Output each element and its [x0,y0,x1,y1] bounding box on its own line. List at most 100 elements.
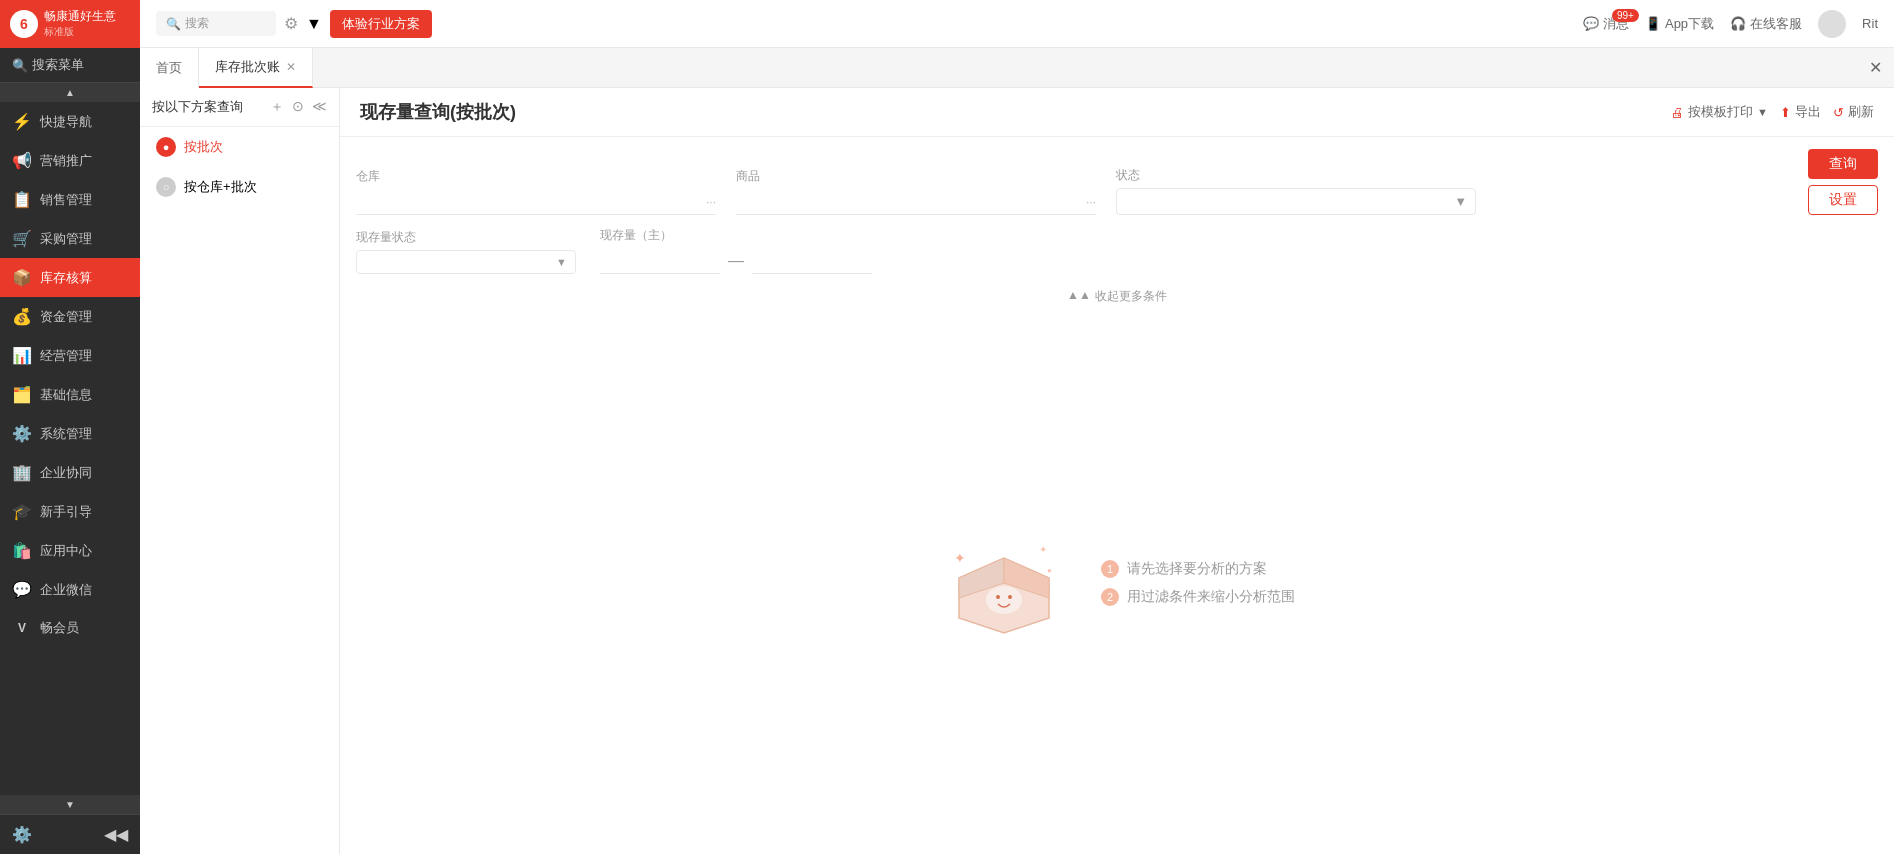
main-area: 🔍 搜索 ⚙ ▼ 体验行业方案 💬 消息 99+ 📱 App下载 🎧 在线客服 … [140,0,1894,854]
filter-stock-amount: 现存量（主） — [600,227,872,274]
sidebar-item-purchase[interactable]: 🛒 采购管理 [0,219,140,258]
sidebar-item-label: 库存核算 [40,269,92,287]
page-title: 现存量查询(按批次) [360,100,516,124]
left-panel-title: 按以下方案查询 [152,98,243,116]
sidebar-item-label: 经营管理 [40,347,92,365]
sidebar-scroll: ⚡ 快捷导航 📢 营销推广 📋 销售管理 🛒 采购管理 📦 库存核算 💰 资金管… [0,102,140,795]
username-label: Rit [1862,16,1878,31]
sidebar-item-quick-nav[interactable]: ⚡ 快捷导航 [0,102,140,141]
scheme-dot-active: ● [156,137,176,157]
action-buttons: 查询 设置 [1798,149,1878,215]
filter-product: 商品 ··· [736,168,1116,215]
message-badge: 99+ [1612,9,1639,22]
left-panel-header: 按以下方案查询 ＋ ⊙ ≪ [140,88,339,127]
quick-nav-icon: ⚡ [12,112,32,131]
sidebar-item-marketing[interactable]: 📢 营销推广 [0,141,140,180]
topbar: 🔍 搜索 ⚙ ▼ 体验行业方案 💬 消息 99+ 📱 App下载 🎧 在线客服 … [140,0,1894,48]
status-select[interactable]: ▼ [1116,188,1476,215]
stock-status-label: 现存量状态 [356,229,576,246]
product-input[interactable] [736,194,1086,209]
empty-hints: 1 请先选择要分析的方案 2 用过滤条件来缩小分析范围 [1101,560,1295,606]
user-avatar[interactable] [1818,10,1846,38]
stock-status-dropdown-icon: ▼ [556,256,567,268]
tab-close-all-btn[interactable]: ✕ [1857,48,1894,88]
svg-text:●: ● [1047,566,1052,575]
sidebar-item-appstore[interactable]: 🛍️ 应用中心 [0,531,140,570]
warehouse-more-icon[interactable]: ··· [706,195,716,209]
empty-hint-1: 1 请先选择要分析的方案 [1101,560,1295,578]
svg-point-4 [996,595,1000,599]
topbar-left: 🔍 搜索 ⚙ ▼ 体验行业方案 [156,10,432,38]
sales-icon: 📋 [12,190,32,209]
add-scheme-icon[interactable]: ＋ [270,98,284,116]
app-download-btn[interactable]: 📱 App下载 [1645,15,1714,33]
collapse-left-icon[interactable]: ≪ [312,98,327,116]
sidebar-item-wechat[interactable]: 💬 企业微信 [0,570,140,609]
stock-amount-to[interactable] [752,248,872,274]
trial-btn[interactable]: 体验行业方案 [330,10,432,38]
purchase-icon: 🛒 [12,229,32,248]
headset-icon: 🎧 [1730,16,1746,31]
tab-close-icon[interactable]: ✕ [286,60,296,74]
hint2-text: 用过滤条件来缩小分析范围 [1127,588,1295,606]
tab-batch-account[interactable]: 库存批次账 ✕ [199,48,313,88]
setting-btn[interactable]: 设置 [1808,185,1878,215]
export-btn[interactable]: ⬆ 导出 [1780,103,1821,121]
sidebar: 6 畅康通好生意 标准版 🔍 搜索菜单 ▲ ⚡ 快捷导航 📢 营销推广 📋 销售… [0,0,140,854]
warehouse-input-wrap[interactable]: ··· [356,189,716,215]
query-btn[interactable]: 查询 [1808,149,1878,179]
topbar-search[interactable]: 🔍 搜索 [156,11,276,36]
stock-amount-dash: — [728,252,744,270]
sidebar-item-operation[interactable]: 📊 经营管理 [0,336,140,375]
warehouse-label: 仓库 [356,168,716,185]
stock-status-select[interactable]: ▼ [356,250,576,274]
sidebar-item-label: 快捷导航 [40,113,92,131]
collapse-filter-btn[interactable]: ▲▲ 收起更多条件 [340,282,1894,311]
print-dropdown-icon[interactable]: ▼ [1757,106,1768,118]
scroll-up-btn[interactable]: ▲ [0,83,140,102]
tab-home[interactable]: 首页 [140,48,199,88]
topbar-gear-icon[interactable]: ⚙ [284,14,298,33]
system-icon: ⚙️ [12,424,32,443]
sidebar-item-member[interactable]: V 畅会员 [0,609,140,647]
sidebar-header: 6 畅康通好生意 标准版 [0,0,140,48]
guide-icon: 🎓 [12,502,32,521]
collapse-sidebar-icon[interactable]: ◀◀ [104,825,128,844]
print-template-btn[interactable]: 🖨 按模板打印 ▼ [1671,103,1768,121]
product-more-icon[interactable]: ··· [1086,195,1096,209]
messages-btn[interactable]: 💬 消息 99+ [1583,15,1629,33]
warehouse-input[interactable] [356,194,706,209]
scheme-by-batch[interactable]: ● 按批次 [140,127,339,167]
page-actions: 🖨 按模板打印 ▼ ⬆ 导出 ↺ 刷新 [1671,103,1874,121]
product-input-wrap[interactable]: ··· [736,189,1096,215]
tab-batch-account-label: 库存批次账 [215,58,280,76]
sidebar-item-basic[interactable]: 🗂️ 基础信息 [0,375,140,414]
settings-icon[interactable]: ⚙️ [12,825,32,844]
scheme-by-warehouse-batch[interactable]: ○ 按仓库+批次 [140,167,339,207]
empty-svg: ✦ ✦ ● [939,518,1069,648]
member-icon: V [12,621,32,635]
hint1-text: 请先选择要分析的方案 [1127,560,1267,578]
stock-amount-from[interactable] [600,248,720,274]
filter-area: 仓库 ··· 商品 ··· [340,137,1894,311]
scroll-down-btn[interactable]: ▼ [0,795,140,814]
topbar-search-icon: 🔍 [166,17,181,31]
online-service-btn[interactable]: 🎧 在线客服 [1730,15,1802,33]
topbar-dropdown-icon[interactable]: ▼ [306,15,322,33]
sidebar-item-finance[interactable]: 💰 资金管理 [0,297,140,336]
refresh-btn[interactable]: ↺ 刷新 [1833,103,1874,121]
sidebar-item-sales[interactable]: 📋 销售管理 [0,180,140,219]
scheme-settings-icon[interactable]: ⊙ [292,98,304,116]
empty-illustration: ✦ ✦ ● [939,518,1069,648]
sidebar-item-inventory[interactable]: 📦 库存核算 [0,258,140,297]
search-icon: 🔍 [12,58,28,73]
sidebar-item-enterprise[interactable]: 🏢 企业协同 [0,453,140,492]
search-menu[interactable]: 🔍 搜索菜单 [0,48,140,83]
export-label: 导出 [1795,103,1821,121]
main-content: 现存量查询(按批次) 🖨 按模板打印 ▼ ⬆ 导出 ↺ 刷新 [340,88,1894,854]
refresh-icon: ↺ [1833,105,1844,120]
sidebar-item-label: 企业微信 [40,581,92,599]
sidebar-item-guide[interactable]: 🎓 新手引导 [0,492,140,531]
sidebar-item-system[interactable]: ⚙️ 系统管理 [0,414,140,453]
app-logo: 6 [10,10,38,38]
